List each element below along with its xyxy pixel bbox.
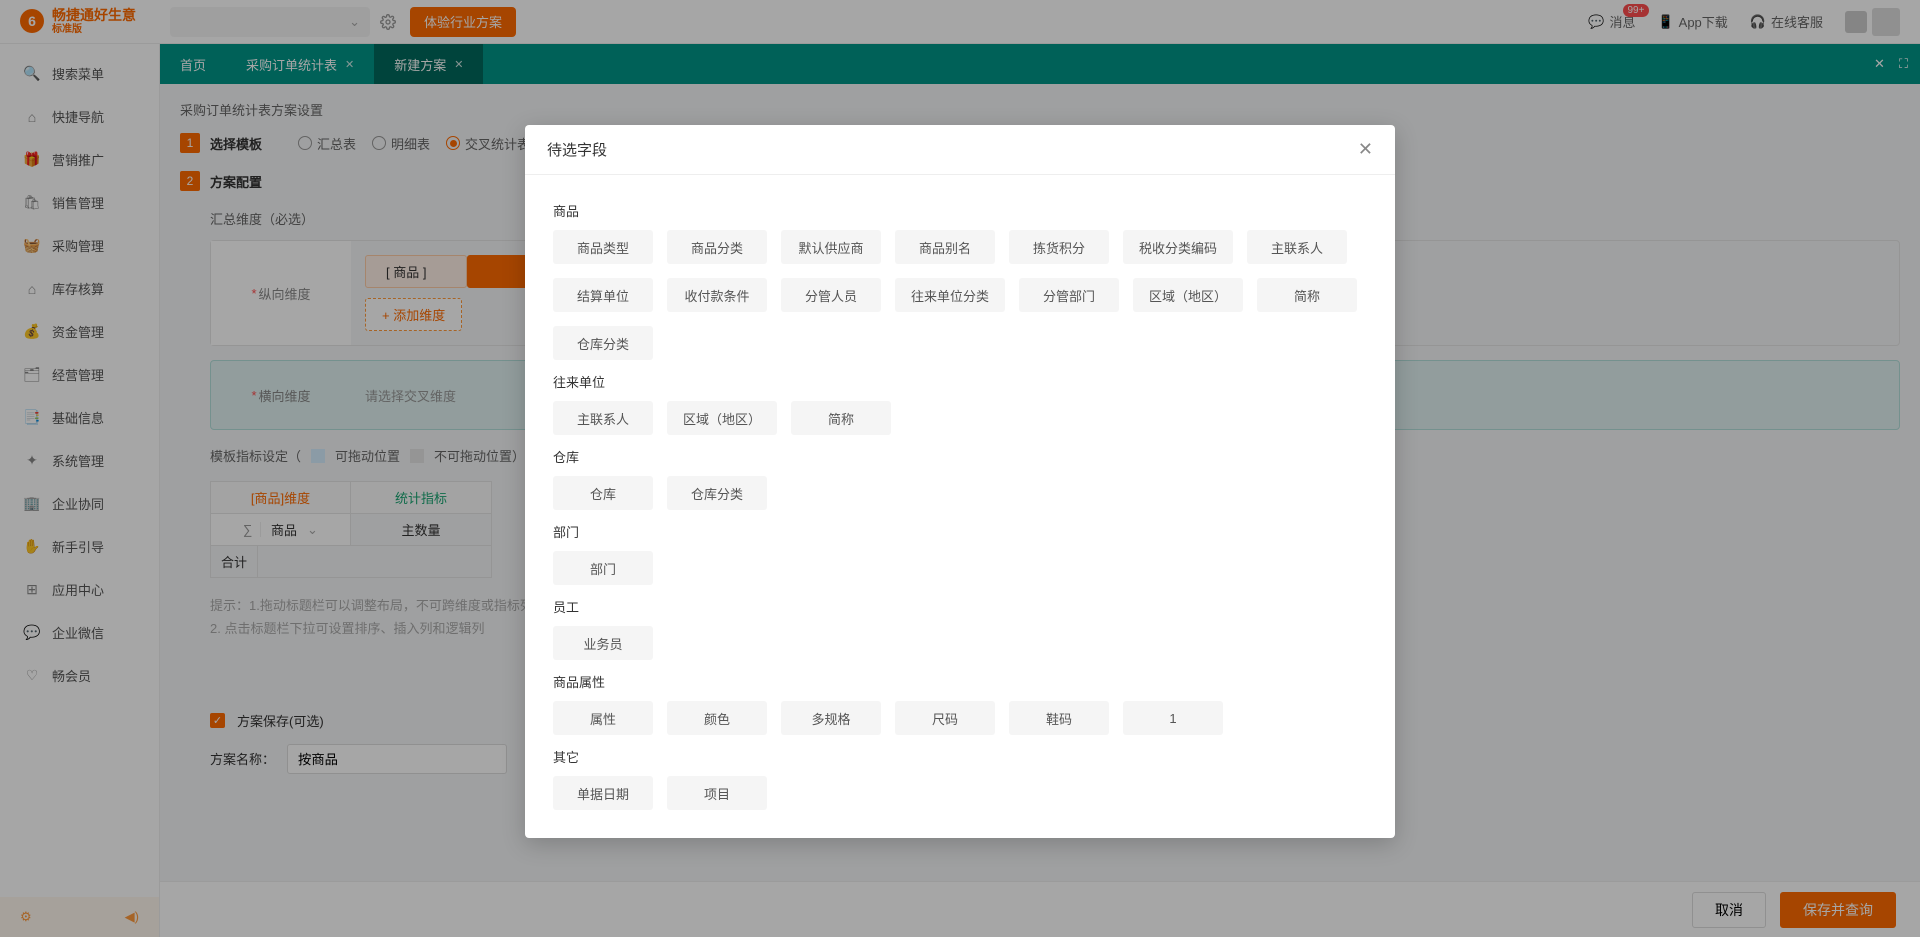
group-title: 商品属性 bbox=[553, 672, 1367, 691]
field-chip[interactable]: 仓库 bbox=[553, 476, 653, 510]
group-title: 往来单位 bbox=[553, 372, 1367, 391]
field-chip[interactable]: 1 bbox=[1123, 701, 1223, 735]
field-chip[interactable]: 部门 bbox=[553, 551, 653, 585]
group-title: 其它 bbox=[553, 747, 1367, 766]
field-chip[interactable]: 结算单位 bbox=[553, 278, 653, 312]
field-chip[interactable]: 颜色 bbox=[667, 701, 767, 735]
field-chip[interactable]: 仓库分类 bbox=[553, 326, 653, 360]
field-chip[interactable]: 主联系人 bbox=[553, 401, 653, 435]
modal-close-button[interactable]: ✕ bbox=[1358, 139, 1373, 160]
field-chip[interactable]: 往来单位分类 bbox=[895, 278, 1005, 312]
modal-title: 待选字段 bbox=[547, 139, 607, 160]
group-title: 部门 bbox=[553, 522, 1367, 541]
field-chip[interactable]: 商品别名 bbox=[895, 230, 995, 264]
field-chip[interactable]: 尺码 bbox=[895, 701, 995, 735]
field-chip[interactable]: 仓库分类 bbox=[667, 476, 767, 510]
field-chip[interactable]: 商品类型 bbox=[553, 230, 653, 264]
field-chip[interactable]: 主联系人 bbox=[1247, 230, 1347, 264]
group-title: 商品 bbox=[553, 201, 1367, 220]
field-chip[interactable]: 商品分类 bbox=[667, 230, 767, 264]
field-group: 商品属性属性颜色多规格尺码鞋码 1 bbox=[553, 672, 1367, 735]
field-group: 员工业务员 bbox=[553, 597, 1367, 660]
field-group: 其它单据日期项目 bbox=[553, 747, 1367, 810]
field-chip[interactable]: 区域（地区） bbox=[1133, 278, 1243, 312]
field-chip[interactable]: 业务员 bbox=[553, 626, 653, 660]
field-chip[interactable]: 简称 bbox=[791, 401, 891, 435]
field-chip[interactable]: 区域（地区） bbox=[667, 401, 777, 435]
field-group: 商品商品类型商品分类默认供应商商品别名拣货积分税收分类编码主联系人结算单位收付款… bbox=[553, 201, 1367, 360]
field-chip[interactable]: 分管部门 bbox=[1019, 278, 1119, 312]
field-chip[interactable]: 税收分类编码 bbox=[1123, 230, 1233, 264]
field-group: 仓库仓库仓库分类 bbox=[553, 447, 1367, 510]
field-chip[interactable]: 拣货积分 bbox=[1009, 230, 1109, 264]
field-chip[interactable]: 单据日期 bbox=[553, 776, 653, 810]
field-chip[interactable]: 多规格 bbox=[781, 701, 881, 735]
field-group: 往来单位主联系人区域（地区） 简称 bbox=[553, 372, 1367, 435]
field-chip[interactable]: 简称 bbox=[1257, 278, 1357, 312]
field-chip[interactable]: 收付款条件 bbox=[667, 278, 767, 312]
field-chip[interactable]: 项目 bbox=[667, 776, 767, 810]
field-picker-modal: 待选字段 ✕ 商品商品类型商品分类默认供应商商品别名拣货积分税收分类编码主联系人… bbox=[525, 125, 1395, 838]
group-title: 仓库 bbox=[553, 447, 1367, 466]
field-chip[interactable]: 默认供应商 bbox=[781, 230, 881, 264]
field-chip[interactable]: 鞋码 bbox=[1009, 701, 1109, 735]
group-title: 员工 bbox=[553, 597, 1367, 616]
field-group: 部门部门 bbox=[553, 522, 1367, 585]
field-chip[interactable]: 分管人员 bbox=[781, 278, 881, 312]
field-chip[interactable]: 属性 bbox=[553, 701, 653, 735]
